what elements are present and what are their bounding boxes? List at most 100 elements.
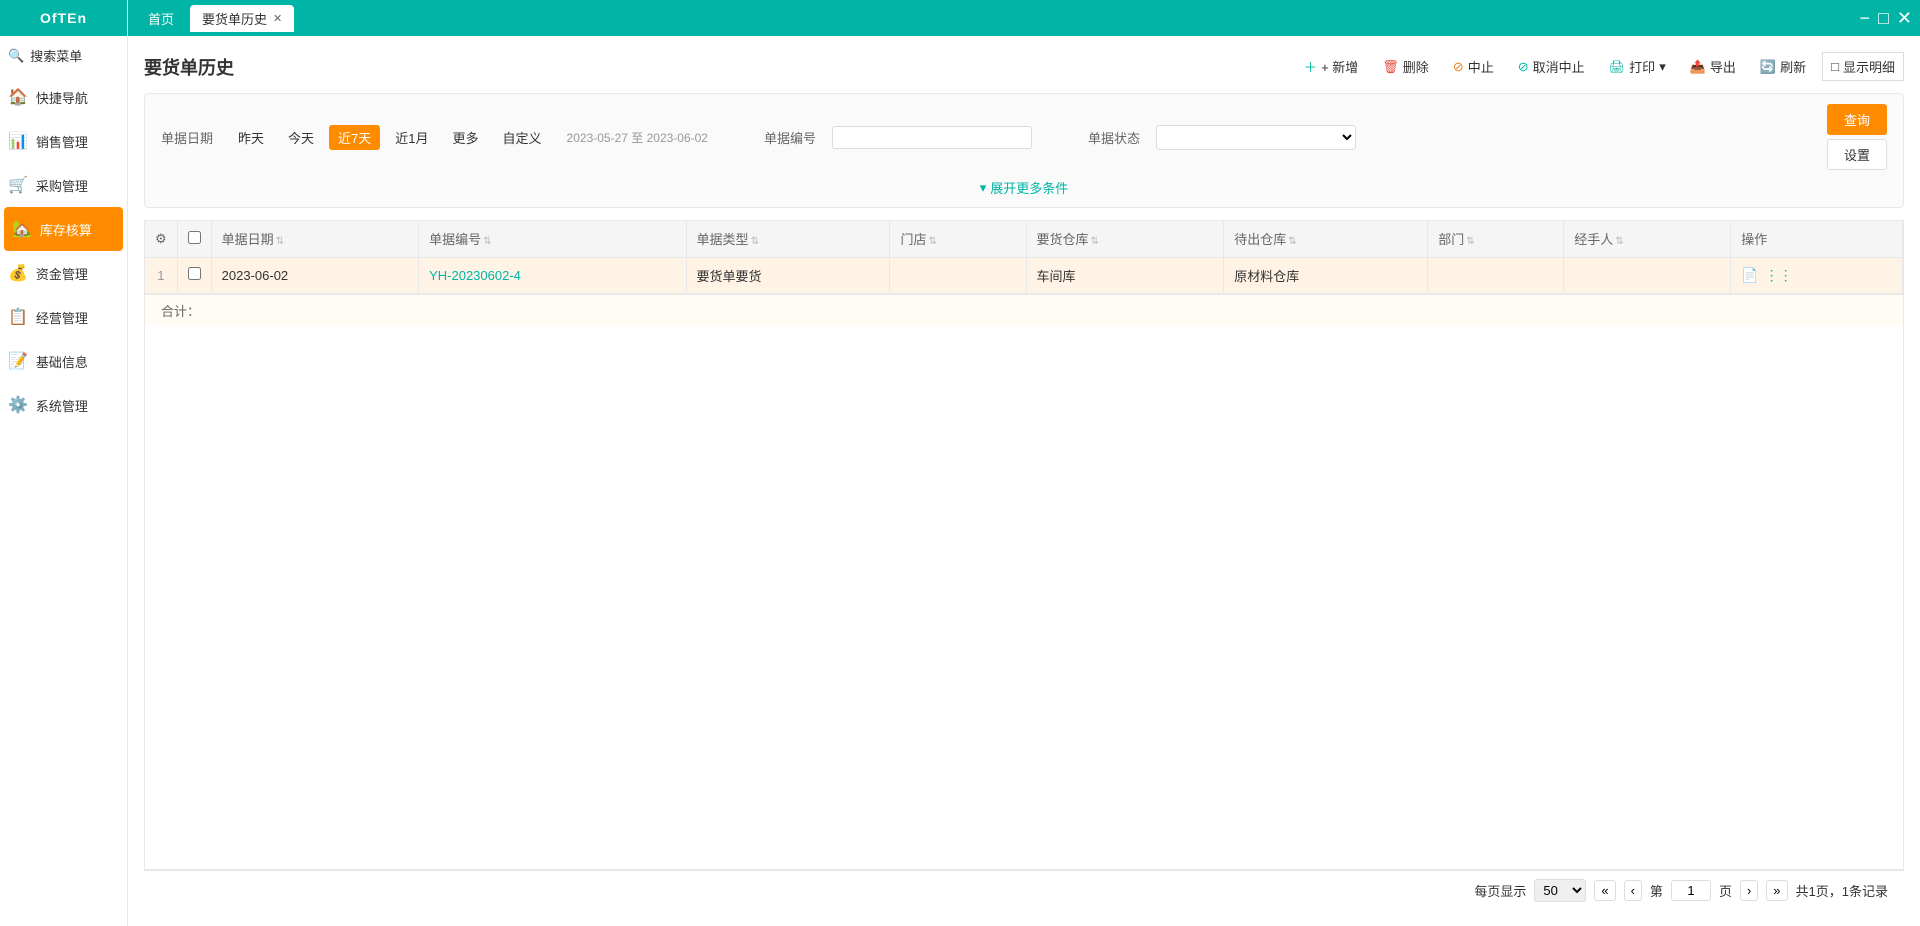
sidebar-item-basic-info[interactable]: 📝 基础信息 [0,339,127,383]
row-doc-type: 要货单要货 [686,257,890,293]
stop-icon: ⊘ [1453,59,1464,75]
page-header: 要货单历史 ＋ + 新增 🗑 删除 ⊘ 中止 ⊘ 取消中止 [144,52,1904,81]
select-all-checkbox[interactable] [188,231,201,244]
new-icon: ＋ [1304,57,1317,76]
date-btn-more[interactable]: 更多 [444,125,488,150]
search-icon: 🔍 [8,48,24,64]
date-btn-last7days[interactable]: 近7天 [329,125,380,150]
tab-close-icon[interactable]: ✕ [273,12,282,25]
window-restore-icon[interactable]: □ [1878,8,1889,29]
date-btn-custom[interactable]: 自定义 [494,125,551,150]
sidebar-item-purchase[interactable]: 🛒 采购管理 [0,163,127,207]
sidebar-item-system-label: 系统管理 [36,396,88,415]
col-department: 部门⇅ [1428,221,1564,257]
row-doc-date: 2023-06-02 [211,257,418,293]
row-pending-warehouse: 原材料仓库 [1224,257,1428,293]
table-row: 1 2023-06-02 YH-20230602-4 要货单要货 车间库 原材料… [145,257,1903,293]
display-detail-label: 显示明细 [1843,57,1895,76]
row-settings: 1 [145,257,177,293]
window-close-icon[interactable]: ✕ [1897,8,1912,29]
col-doc-date: 单据日期⇅ [211,221,418,257]
tab-bar-right: − □ ✕ [1860,8,1912,29]
sidebar-item-sales-label: 销售管理 [36,132,88,151]
print-button[interactable]: 🖨 打印 ▾ [1601,53,1674,80]
sidebar: OfTEn 🔍 搜索菜单 🏠 快捷导航 📊 销售管理 🛒 采购管理 🏡 库存核算… [0,0,128,926]
sidebar-search[interactable]: 🔍 搜索菜单 [0,36,127,75]
date-btn-yesterday[interactable]: 昨天 [229,125,273,150]
status-select[interactable] [1156,125,1356,150]
sidebar-item-finance[interactable]: 💰 资金管理 [0,251,127,295]
expand-more-label: 展开更多条件 [990,178,1068,197]
page-input[interactable] [1671,880,1711,901]
date-options: 昨天 今天 近7天 近1月 更多 自定义 [229,125,551,150]
tab-home[interactable]: 首页 [136,5,186,32]
col-checkbox [177,221,211,257]
sidebar-item-operations[interactable]: 📋 经营管理 [0,295,127,339]
query-button[interactable]: 查询 [1827,104,1887,135]
settings-icon[interactable]: ⚙ [155,231,167,246]
checkbox-unchecked-icon: □ [1831,59,1839,74]
window-minimize-icon[interactable]: − [1860,8,1871,29]
per-page-label: 每页显示 [1474,881,1526,900]
doc-number-link[interactable]: YH-20230602-4 [429,268,521,283]
prev-page-btn[interactable]: ‹ [1624,880,1642,901]
row-checkbox-cell [177,257,211,293]
last-page-btn[interactable]: » [1766,880,1787,901]
row-store [890,257,1026,293]
stop-button[interactable]: ⊘ 中止 [1445,53,1502,80]
date-btn-today[interactable]: 今天 [279,125,323,150]
print-label: 打印 [1629,57,1655,76]
sidebar-item-purchase-label: 采购管理 [36,176,88,195]
cancel-stop-button[interactable]: ⊘ 取消中止 [1510,53,1593,80]
sidebar-search-label: 搜索菜单 [30,46,82,65]
refresh-button[interactable]: 🔄 刷新 [1752,53,1814,80]
chevron-down-icon: ▾ [980,180,987,196]
table-footer: 合计： [145,294,1903,326]
finance-icon: 💰 [8,263,28,283]
sidebar-item-inventory[interactable]: 🏡 库存核算 [4,207,123,251]
sidebar-item-basic-info-label: 基础信息 [36,352,88,371]
new-button[interactable]: ＋ + 新增 [1296,53,1366,80]
action-buttons: 查询 设置 [1827,104,1887,170]
delete-label: 删除 [1403,57,1429,76]
total-info: 共1页，1条记录 [1796,881,1888,900]
next-page-btn[interactable]: › [1740,880,1758,901]
page-label: 第 [1650,881,1663,900]
doc-number-input[interactable] [832,126,1032,149]
data-table: ⚙ 单据日期⇅ 单据编号⇅ 单据类型⇅ [145,221,1903,294]
col-doc-type: 单据类型⇅ [686,221,890,257]
sidebar-item-system[interactable]: ⚙️ 系统管理 [0,383,127,427]
settings-button[interactable]: 设置 [1827,139,1887,170]
cancel-stop-label: 取消中止 [1533,57,1585,76]
row-edit-icon[interactable]: 📄 [1741,267,1758,284]
row-checkbox[interactable] [188,267,201,280]
table-header-row: ⚙ 单据日期⇅ 单据编号⇅ 单据类型⇅ [145,221,1903,257]
tab-home-label: 首页 [148,9,174,28]
col-handler: 经手人⇅ [1564,221,1731,257]
tab-requisition-history[interactable]: 要货单历史 ✕ [190,5,294,32]
filter-area: 单据日期 昨天 今天 近7天 近1月 更多 自定义 2023-05-27 至 2… [144,93,1904,208]
per-page-select[interactable]: 50 10 20 100 [1534,879,1586,902]
date-btn-last1month[interactable]: 近1月 [386,125,437,150]
status-label: 单据状态 [1088,128,1140,147]
basic-info-icon: 📝 [8,351,28,371]
tab-bar: 首页 要货单历史 ✕ − □ ✕ [128,0,1920,36]
sidebar-item-quick-nav[interactable]: 🏠 快捷导航 [0,75,127,119]
doc-number-label: 单据编号 [764,128,816,147]
col-settings: ⚙ [145,221,177,257]
refresh-label: 刷新 [1780,57,1806,76]
sidebar-item-quick-nav-label: 快捷导航 [36,88,88,107]
first-page-btn[interactable]: « [1594,880,1615,901]
new-label: + 新增 [1321,57,1358,76]
export-button[interactable]: 📤 导出 [1682,53,1744,80]
sidebar-item-sales[interactable]: 📊 销售管理 [0,119,127,163]
col-req-warehouse: 要货仓库⇅ [1026,221,1224,257]
display-detail-button[interactable]: □ 显示明细 [1822,52,1904,81]
page-title: 要货单历史 [144,54,234,80]
sidebar-item-operations-label: 经营管理 [36,308,88,327]
delete-button[interactable]: 🗑 删除 [1374,53,1437,80]
content-area: 要货单历史 ＋ + 新增 🗑 删除 ⊘ 中止 ⊘ 取消中止 [128,36,1920,926]
expand-more-btn[interactable]: ▾ 展开更多条件 [161,178,1887,197]
sidebar-item-inventory-label: 库存核算 [40,220,92,239]
row-more-icon[interactable]: ⋮⋮ [1765,267,1793,284]
